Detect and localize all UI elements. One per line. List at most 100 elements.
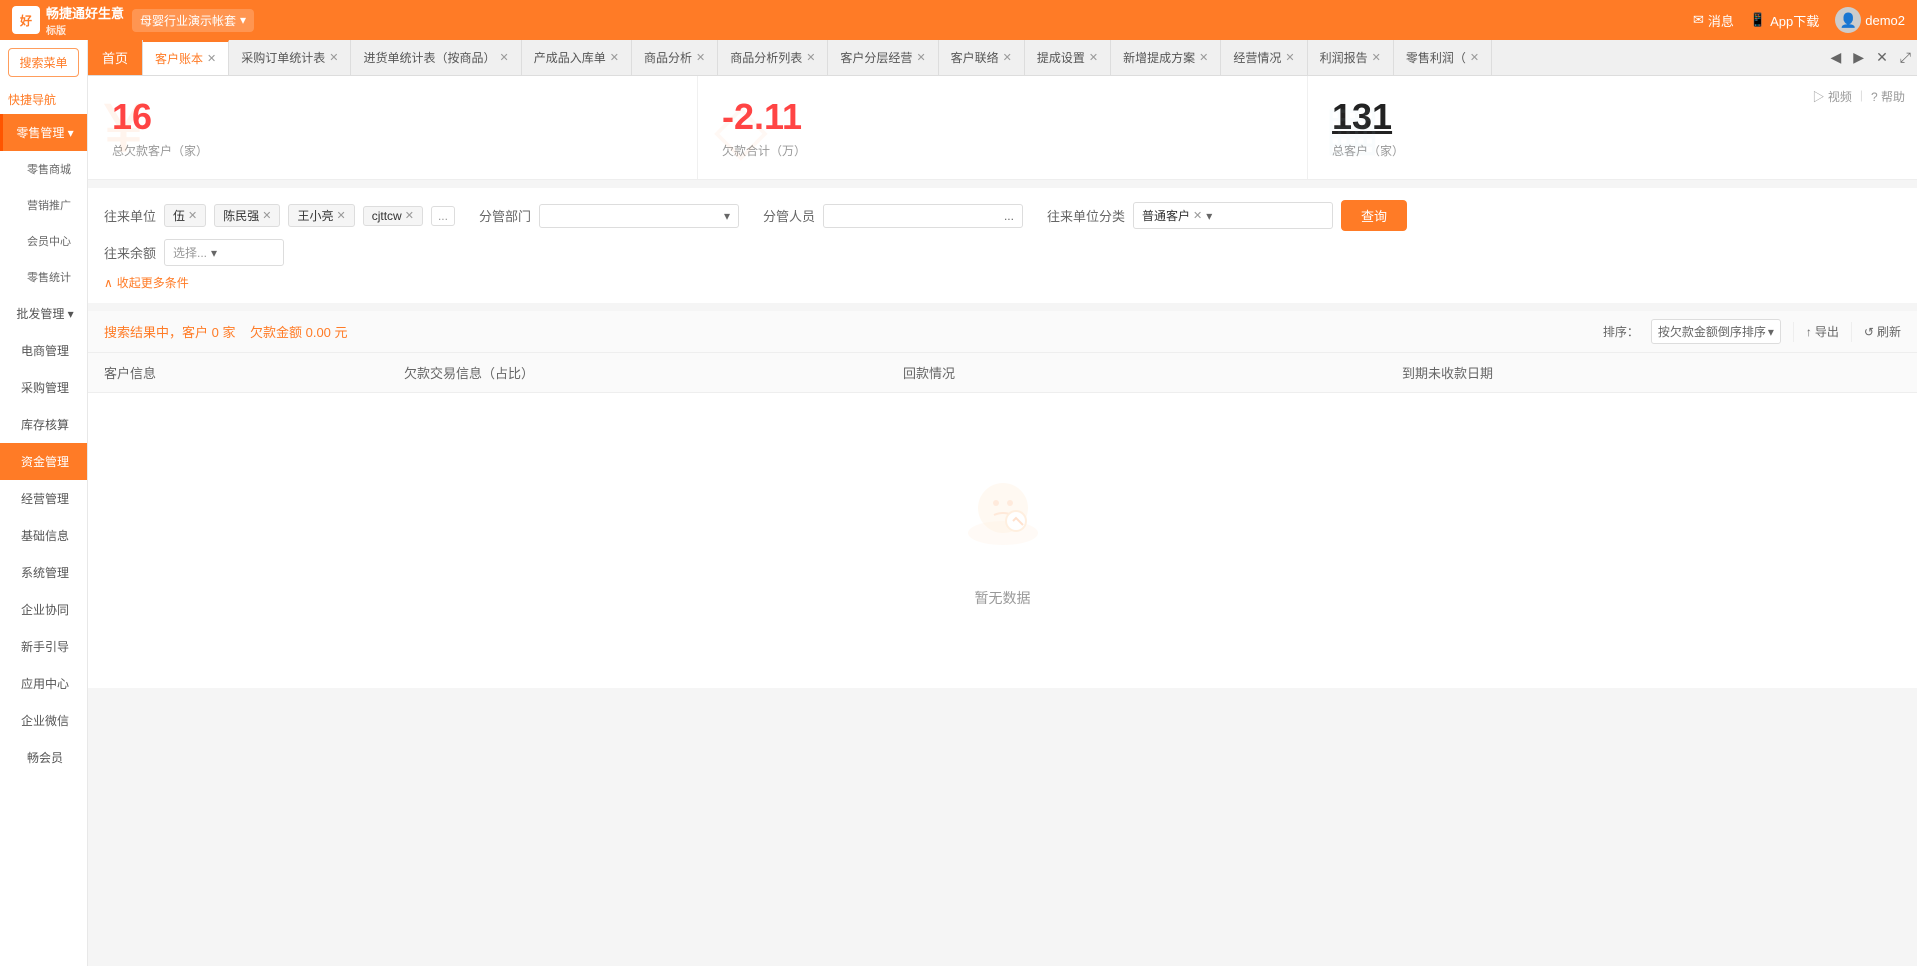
- tab-purchase-order[interactable]: 采购订单统计表 ✕: [229, 40, 351, 76]
- remove-unit-type-tag[interactable]: ✕: [1193, 209, 1202, 222]
- chevron-down-icon: ▾: [240, 13, 246, 27]
- help-link[interactable]: ? 帮助: [1871, 88, 1905, 105]
- remove-tag-chenminqiang[interactable]: ✕: [262, 209, 271, 222]
- divider: [1793, 322, 1794, 342]
- user-menu[interactable]: 👤 demo2: [1835, 7, 1905, 33]
- tab-stock-stats[interactable]: 进货单统计表（按商品） ✕: [351, 40, 521, 76]
- data-table: 客户信息 欠款交易信息（占比） 回款情况 到期未收款日期: [88, 353, 1917, 688]
- close-tab-promotion-settings[interactable]: ✕: [1089, 51, 1098, 64]
- query-button[interactable]: 查询: [1341, 200, 1407, 231]
- remove-tag-wangxiaoliang[interactable]: ✕: [337, 209, 346, 222]
- chevron-down-icon: ▾: [211, 246, 217, 260]
- sidebar-item-retail[interactable]: 零售管理 ▾: [0, 114, 87, 151]
- unit-type-select[interactable]: 普通客户 ✕ ▾: [1133, 202, 1333, 229]
- stat-help-links: ▷ 视频 | ? 帮助: [1812, 88, 1905, 105]
- tab-product-analysis[interactable]: 商品分析 ✕: [632, 40, 718, 76]
- tab-product-stock[interactable]: 产成品入库单 ✕: [522, 40, 632, 76]
- col-header-repayment: 回款情况: [903, 363, 1402, 382]
- sidebar-item-enterprise[interactable]: 企业协同: [0, 591, 87, 628]
- message-button[interactable]: ✉ 消息: [1693, 11, 1734, 30]
- sidebar-item-wholesale[interactable]: 批发管理 ▾: [0, 295, 87, 332]
- export-icon: ↑: [1806, 325, 1812, 339]
- tab-scroll-right[interactable]: ▶: [1847, 49, 1870, 66]
- video-link[interactable]: ▷ 视频: [1812, 88, 1851, 105]
- sidebar-item-ecommerce[interactable]: 电商管理: [0, 332, 87, 369]
- tab-customer-contact[interactable]: 客户联络 ✕: [939, 40, 1025, 76]
- stat-bg-icon-amount: ◇: [714, 87, 768, 169]
- sidebar-item-basic-info[interactable]: 基础信息: [0, 517, 87, 554]
- balance-select[interactable]: 选择... ▾: [164, 239, 284, 266]
- results-info: 搜索结果中，客户 0 家 欠款金额 0.00 元: [104, 322, 348, 341]
- empty-text: 暂无数据: [975, 588, 1031, 608]
- remove-tag-wu[interactable]: ✕: [188, 209, 197, 222]
- close-tab-product-stock[interactable]: ✕: [610, 51, 619, 64]
- chevron-down-icon: ▾: [1206, 209, 1212, 223]
- sidebar-item-members[interactable]: 会员中心: [0, 223, 87, 259]
- divider2: [1851, 322, 1852, 342]
- stat-debt-amount: ◇ -2.11 欠款合计（万）: [698, 76, 1308, 179]
- tab-retail-profit[interactable]: 零售利润（ ✕: [1394, 40, 1492, 76]
- tab-home[interactable]: 首页: [88, 40, 143, 76]
- tab-close-all[interactable]: ✕: [1870, 49, 1894, 66]
- sidebar: 搜索菜单 快捷导航 零售管理 ▾ 零售商城 营销推广 会员中心 零售统计 批发管…: [0, 40, 88, 966]
- tab-new-promotion[interactable]: 新增提成方案 ✕: [1111, 40, 1221, 76]
- department-select[interactable]: ▾: [539, 204, 739, 228]
- col-header-debt: 欠款交易信息（占比）: [404, 363, 903, 382]
- tab-product-analysis-list[interactable]: 商品分析列表 ✕: [718, 40, 828, 76]
- sidebar-item-finance[interactable]: 资金管理: [0, 443, 87, 480]
- content-area: 首页 客户账本 ✕ 采购订单统计表 ✕ 进货单统计表（按商品） ✕ 产成品入库单…: [88, 40, 1917, 966]
- export-button[interactable]: ↑ 导出: [1806, 323, 1839, 340]
- filter-tag-wangxiaoliang: 王小亮 ✕: [288, 204, 354, 227]
- close-tab-product-analysis[interactable]: ✕: [696, 51, 705, 64]
- close-tab-customer-segment[interactable]: ✕: [916, 51, 925, 64]
- refresh-button[interactable]: ↺ 刷新: [1864, 323, 1901, 340]
- close-tab-product-analysis-list[interactable]: ✕: [806, 51, 815, 64]
- empty-icon: [958, 473, 1048, 572]
- search-menu-button[interactable]: 搜索菜单: [8, 48, 79, 77]
- sidebar-item-retail-stats[interactable]: 零售统计: [0, 259, 87, 295]
- tab-customer-book[interactable]: 客户账本 ✕: [143, 40, 229, 76]
- tab-scroll-left[interactable]: ◀: [1825, 49, 1848, 66]
- close-tab-customer-book[interactable]: ✕: [207, 52, 216, 65]
- mobile-icon: 📱: [1750, 12, 1766, 28]
- filter-person-label: 分管人员: [763, 206, 815, 225]
- filter-department-label: 分管部门: [479, 206, 531, 225]
- close-tab-profit-report[interactable]: ✕: [1372, 51, 1381, 64]
- app-download-button[interactable]: 📱 App下载: [1750, 11, 1819, 30]
- tab-profit-report[interactable]: 利润报告 ✕: [1308, 40, 1394, 76]
- person-select[interactable]: ...: [823, 204, 1023, 228]
- col-header-due-date: 到期未收款日期: [1402, 363, 1901, 382]
- tab-promotion-settings[interactable]: 提成设置 ✕: [1025, 40, 1111, 76]
- sidebar-item-enterprise-wechat[interactable]: 企业微信: [0, 702, 87, 739]
- close-tab-new-promotion[interactable]: ✕: [1199, 51, 1208, 64]
- quick-nav-button[interactable]: 快捷导航: [0, 85, 87, 114]
- message-icon: ✉: [1693, 12, 1704, 28]
- close-tab-retail-profit[interactable]: ✕: [1470, 51, 1479, 64]
- sidebar-item-purchase[interactable]: 采购管理: [0, 369, 87, 406]
- results-actions: 排序： 按欠款金额倒序排序 ▾ ↑ 导出 ↺ 刷新: [1603, 319, 1901, 344]
- filter-tag-chenminqiang: 陈民强 ✕: [214, 204, 280, 227]
- sidebar-item-new-guide[interactable]: 新手引导: [0, 628, 87, 665]
- chevron-up-icon: ∧: [104, 276, 113, 290]
- close-tab-purchase-order[interactable]: ✕: [329, 51, 338, 64]
- remove-tag-cjttcw[interactable]: ✕: [405, 209, 414, 222]
- sidebar-item-inventory[interactable]: 库存核算: [0, 406, 87, 443]
- col-header-customer: 客户信息: [104, 363, 404, 382]
- close-tab-stock-stats[interactable]: ✕: [500, 51, 509, 64]
- sidebar-item-vip[interactable]: 畅会员: [0, 739, 87, 776]
- close-tab-operations[interactable]: ✕: [1285, 51, 1294, 64]
- tab-expand[interactable]: ⤢: [1894, 49, 1917, 66]
- more-unit-tags-button[interactable]: ...: [431, 206, 455, 226]
- collapse-button[interactable]: ∧ 收起更多条件: [104, 274, 1901, 291]
- account-dropdown[interactable]: 母婴行业演示帐套 ▾: [132, 9, 254, 32]
- sidebar-item-retail-mall[interactable]: 零售商城: [0, 151, 87, 187]
- tab-customer-segment[interactable]: 客户分层经营 ✕: [828, 40, 938, 76]
- logo-text: 畅捷通好生意 标版: [46, 3, 124, 37]
- close-tab-customer-contact[interactable]: ✕: [1003, 51, 1012, 64]
- sort-select[interactable]: 按欠款金额倒序排序 ▾: [1651, 319, 1781, 344]
- sidebar-item-app-center[interactable]: 应用中心: [0, 665, 87, 702]
- sidebar-item-system[interactable]: 系统管理: [0, 554, 87, 591]
- sidebar-item-operations[interactable]: 经营管理: [0, 480, 87, 517]
- tab-operations[interactable]: 经营情况 ✕: [1221, 40, 1307, 76]
- sidebar-item-marketing[interactable]: 营销推广: [0, 187, 87, 223]
